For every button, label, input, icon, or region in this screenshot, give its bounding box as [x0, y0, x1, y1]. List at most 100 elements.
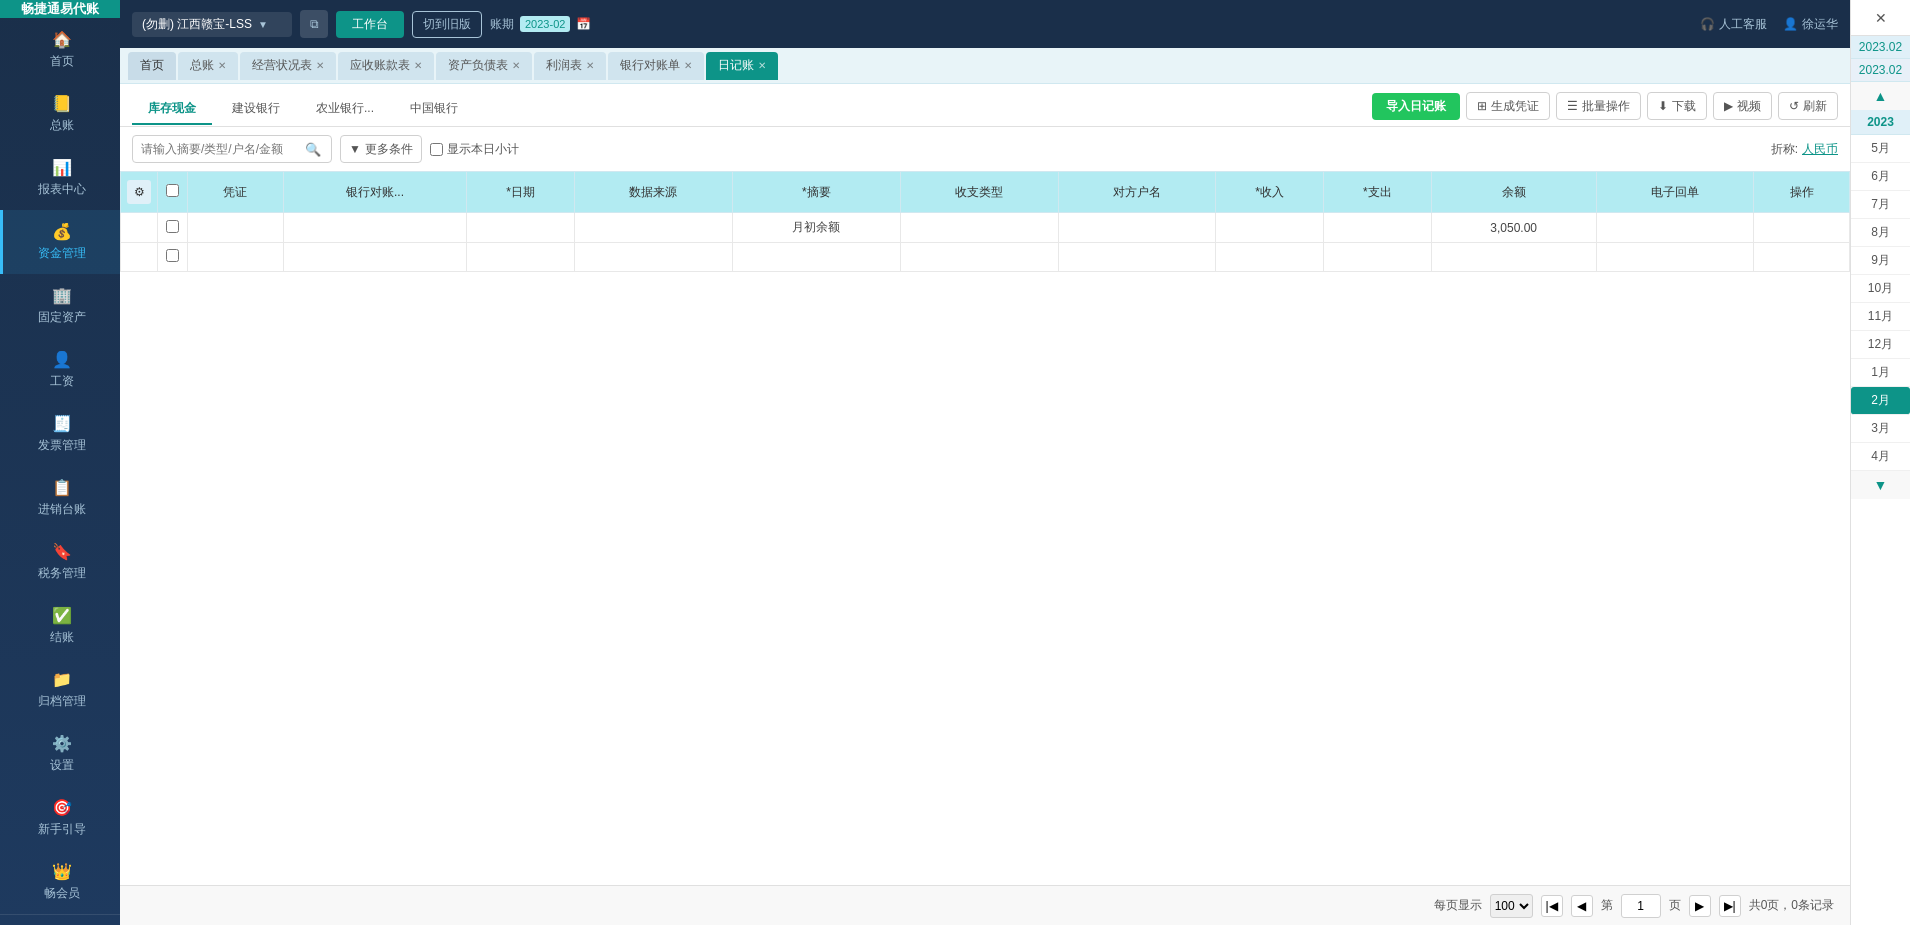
- col-check-header[interactable]: [158, 172, 188, 213]
- sidebar-item-finance[interactable]: 💰 资金管理: [0, 210, 120, 274]
- tab-bank-rec-close[interactable]: ✕: [684, 60, 692, 71]
- tab-receivable[interactable]: 应收账款表 ✕: [338, 52, 434, 80]
- cell-date: [467, 213, 575, 243]
- user-profile-button[interactable]: 👤 徐运华: [1783, 16, 1838, 33]
- user-service-button[interactable]: 🎧 人工客服: [1700, 16, 1767, 33]
- tab-ledger-close[interactable]: ✕: [218, 60, 226, 71]
- month-12[interactable]: 12月: [1851, 331, 1910, 359]
- page-number-input[interactable]: [1621, 894, 1661, 918]
- month-4[interactable]: 4月: [1851, 443, 1910, 471]
- sidebar-item-guide[interactable]: 🎯 新手引导: [0, 786, 120, 850]
- month-10[interactable]: 10月: [1851, 275, 1910, 303]
- period-label: 账期: [490, 16, 514, 33]
- next-page-button[interactable]: ▶: [1689, 895, 1711, 917]
- prev-page-button[interactable]: ◀: [1571, 895, 1593, 917]
- search-icon[interactable]: 🔍: [305, 142, 321, 157]
- workbench-button[interactable]: 工作台: [336, 11, 404, 38]
- month-5[interactable]: 5月: [1851, 135, 1910, 163]
- gen-voucher-button[interactable]: ⊞ 生成凭证: [1466, 92, 1550, 120]
- sidebar-item-invoice[interactable]: 🧾 发票管理: [0, 402, 120, 466]
- month-2[interactable]: 2月: [1851, 387, 1910, 415]
- journal-table: ⚙ 凭证 银行对账... *日期 数据来源 *摘要 收支类型 对方户名 *收入: [120, 171, 1850, 272]
- month-6[interactable]: 6月: [1851, 163, 1910, 191]
- cell-check[interactable]: [158, 243, 188, 272]
- bank-tab-abc[interactable]: 农业银行...: [300, 94, 390, 125]
- tab-journal-close[interactable]: ✕: [758, 60, 766, 71]
- table-settings-icon[interactable]: ⚙: [127, 180, 151, 204]
- right-panel-close-button[interactable]: ✕: [1851, 0, 1910, 36]
- month-7[interactable]: 7月: [1851, 191, 1910, 219]
- bank-tab-boc[interactable]: 中国银行: [394, 94, 474, 125]
- search-box[interactable]: 🔍: [132, 135, 332, 163]
- sidebar-item-vip[interactable]: 👑 畅会员: [0, 850, 120, 914]
- first-page-button[interactable]: |◀: [1541, 895, 1563, 917]
- year-up-button[interactable]: ▲: [1851, 82, 1910, 110]
- tax-icon: 🔖: [52, 542, 72, 561]
- batch-icon: ☰: [1567, 99, 1578, 113]
- bank-tab-ccb[interactable]: 建设银行: [216, 94, 296, 125]
- more-filters-button[interactable]: ▼ 更多条件: [340, 135, 422, 163]
- batch-ops-button[interactable]: ☰ 批量操作: [1556, 92, 1641, 120]
- year-2023-label[interactable]: 2023: [1851, 110, 1910, 135]
- company-selector[interactable]: (勿删) 江西赣宝-LSS ▼: [132, 12, 292, 37]
- video-icon: ▶: [1724, 99, 1733, 113]
- import-journal-button[interactable]: 导入日记账: [1372, 93, 1460, 120]
- row-checkbox[interactable]: [166, 249, 179, 262]
- sidebar-item-assets[interactable]: 🏢 固定资产: [0, 274, 120, 338]
- tab-journal[interactable]: 日记账 ✕: [706, 52, 778, 80]
- col-settings-header[interactable]: ⚙: [121, 172, 158, 213]
- username-label: 徐运华: [1802, 16, 1838, 33]
- cell-summary: [732, 243, 900, 272]
- bank-tab-cash[interactable]: 库存现金: [132, 94, 212, 125]
- tab-bank-rec[interactable]: 银行对账单 ✕: [608, 52, 704, 80]
- top-header: (勿删) 江西赣宝-LSS ▼ ⧉ 工作台 切到旧版 账期 2023-02 📅 …: [120, 0, 1850, 48]
- refresh-icon: ↺: [1789, 99, 1799, 113]
- row-checkbox[interactable]: [166, 220, 179, 233]
- sidebar-item-archive[interactable]: 📁 归档管理: [0, 658, 120, 722]
- month-9[interactable]: 9月: [1851, 247, 1910, 275]
- cell-check[interactable]: [158, 213, 188, 243]
- tab-profit[interactable]: 利润表 ✕: [534, 52, 606, 80]
- sidebar-item-sales[interactable]: 📋 进销台账: [0, 466, 120, 530]
- year-2023-header-1[interactable]: 2023.02: [1851, 36, 1910, 59]
- calendar-icon: 📅: [576, 17, 591, 31]
- cell-cashflow: [900, 243, 1058, 272]
- currency-value[interactable]: 人民币: [1802, 141, 1838, 158]
- show-daily-subtotal-checkbox[interactable]: 显示本日小计: [430, 141, 519, 158]
- tab-bizstatus[interactable]: 经营状况表 ✕: [240, 52, 336, 80]
- tab-assets-liab[interactable]: 资产负债表 ✕: [436, 52, 532, 80]
- select-all-checkbox[interactable]: [166, 184, 179, 197]
- sidebar-item-reports[interactable]: 📊 报表中心: [0, 146, 120, 210]
- sidebar-item-payroll[interactable]: 👤 工资: [0, 338, 120, 402]
- copy-button[interactable]: ⧉: [300, 10, 328, 38]
- month-8[interactable]: 8月: [1851, 219, 1910, 247]
- sidebar-item-ledger[interactable]: 📒 总账: [0, 82, 120, 146]
- tab-profit-close[interactable]: ✕: [586, 60, 594, 71]
- tab-ledger[interactable]: 总账 ✕: [178, 52, 238, 80]
- month-11[interactable]: 11月: [1851, 303, 1910, 331]
- cell-income: [1216, 243, 1324, 272]
- sidebar-item-tax[interactable]: 🔖 税务管理: [0, 530, 120, 594]
- sidebar-item-settle[interactable]: ✅ 结账: [0, 594, 120, 658]
- daily-subtotal-check[interactable]: [430, 143, 443, 156]
- sidebar-item-home[interactable]: 🏠 首页: [0, 18, 120, 82]
- download-button[interactable]: ⬇ 下载: [1647, 92, 1707, 120]
- video-button[interactable]: ▶ 视频: [1713, 92, 1772, 120]
- tab-bizstatus-close[interactable]: ✕: [316, 60, 324, 71]
- year-2023-header-2[interactable]: 2023.02: [1851, 59, 1910, 82]
- tab-profit-label: 利润表: [546, 57, 582, 74]
- tab-assets-liab-close[interactable]: ✕: [512, 60, 520, 71]
- last-page-button[interactable]: ▶|: [1719, 895, 1741, 917]
- per-page-select[interactable]: 20 50 100: [1490, 894, 1533, 918]
- tab-receivable-close[interactable]: ✕: [414, 60, 422, 71]
- tab-home[interactable]: 首页: [128, 52, 176, 80]
- sidebar-item-sales-label: 进销台账: [38, 501, 86, 518]
- month-1[interactable]: 1月: [1851, 359, 1910, 387]
- sidebar-item-settings[interactable]: ⚙️ 设置: [0, 722, 120, 786]
- old-version-button[interactable]: 切到旧版: [412, 11, 482, 38]
- year-down-button[interactable]: ▼: [1851, 471, 1910, 499]
- search-input[interactable]: [141, 142, 301, 156]
- month-3[interactable]: 3月: [1851, 415, 1910, 443]
- refresh-button[interactable]: ↺ 刷新: [1778, 92, 1838, 120]
- sidebar-item-settle-label: 结账: [50, 629, 74, 646]
